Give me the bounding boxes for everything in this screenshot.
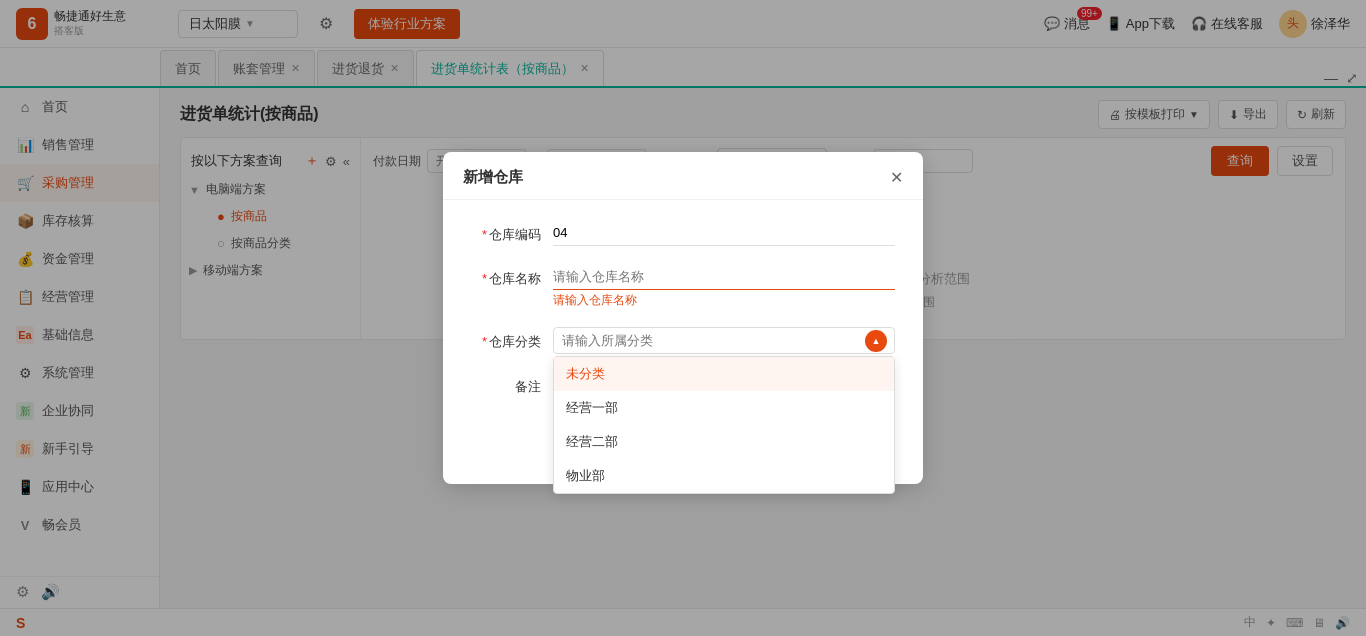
- name-input[interactable]: [553, 264, 895, 290]
- category-input[interactable]: [553, 327, 895, 354]
- name-error-msg: 请输入仓库名称: [553, 292, 895, 309]
- modal-header: 新增仓库 ✕: [443, 152, 923, 200]
- category-arrow[interactable]: [865, 330, 887, 352]
- name-label: 仓库名称: [471, 264, 541, 288]
- dropdown-item-2[interactable]: 经营二部: [554, 425, 894, 459]
- dropdown-item-0[interactable]: 未分类: [554, 357, 894, 391]
- name-row: 仓库名称 请输入仓库名称: [471, 264, 895, 309]
- note-label: 备注: [471, 372, 541, 396]
- dropdown-item-3[interactable]: 物业部: [554, 459, 894, 493]
- modal-title: 新增仓库: [463, 168, 523, 187]
- modal-close-button[interactable]: ✕: [890, 168, 903, 187]
- category-label: 仓库分类: [471, 327, 541, 351]
- dropdown-item-1[interactable]: 经营一部: [554, 391, 894, 425]
- modal-body: 仓库编码 仓库名称 请输入仓库名称 仓库分类 未分类 经营一部: [443, 200, 923, 398]
- category-select-wrap: 未分类 经营一部 经营二部 物业部: [553, 327, 895, 354]
- category-row: 仓库分类 未分类 经营一部 经营二部 物业部: [471, 327, 895, 354]
- code-row: 仓库编码: [471, 220, 895, 246]
- code-label: 仓库编码: [471, 220, 541, 244]
- category-dropdown: 未分类 经营一部 经营二部 物业部: [553, 356, 895, 494]
- code-input[interactable]: [553, 220, 895, 246]
- modal-new-warehouse: 新增仓库 ✕ 仓库编码 仓库名称 请输入仓库名称 仓库分类: [443, 152, 923, 484]
